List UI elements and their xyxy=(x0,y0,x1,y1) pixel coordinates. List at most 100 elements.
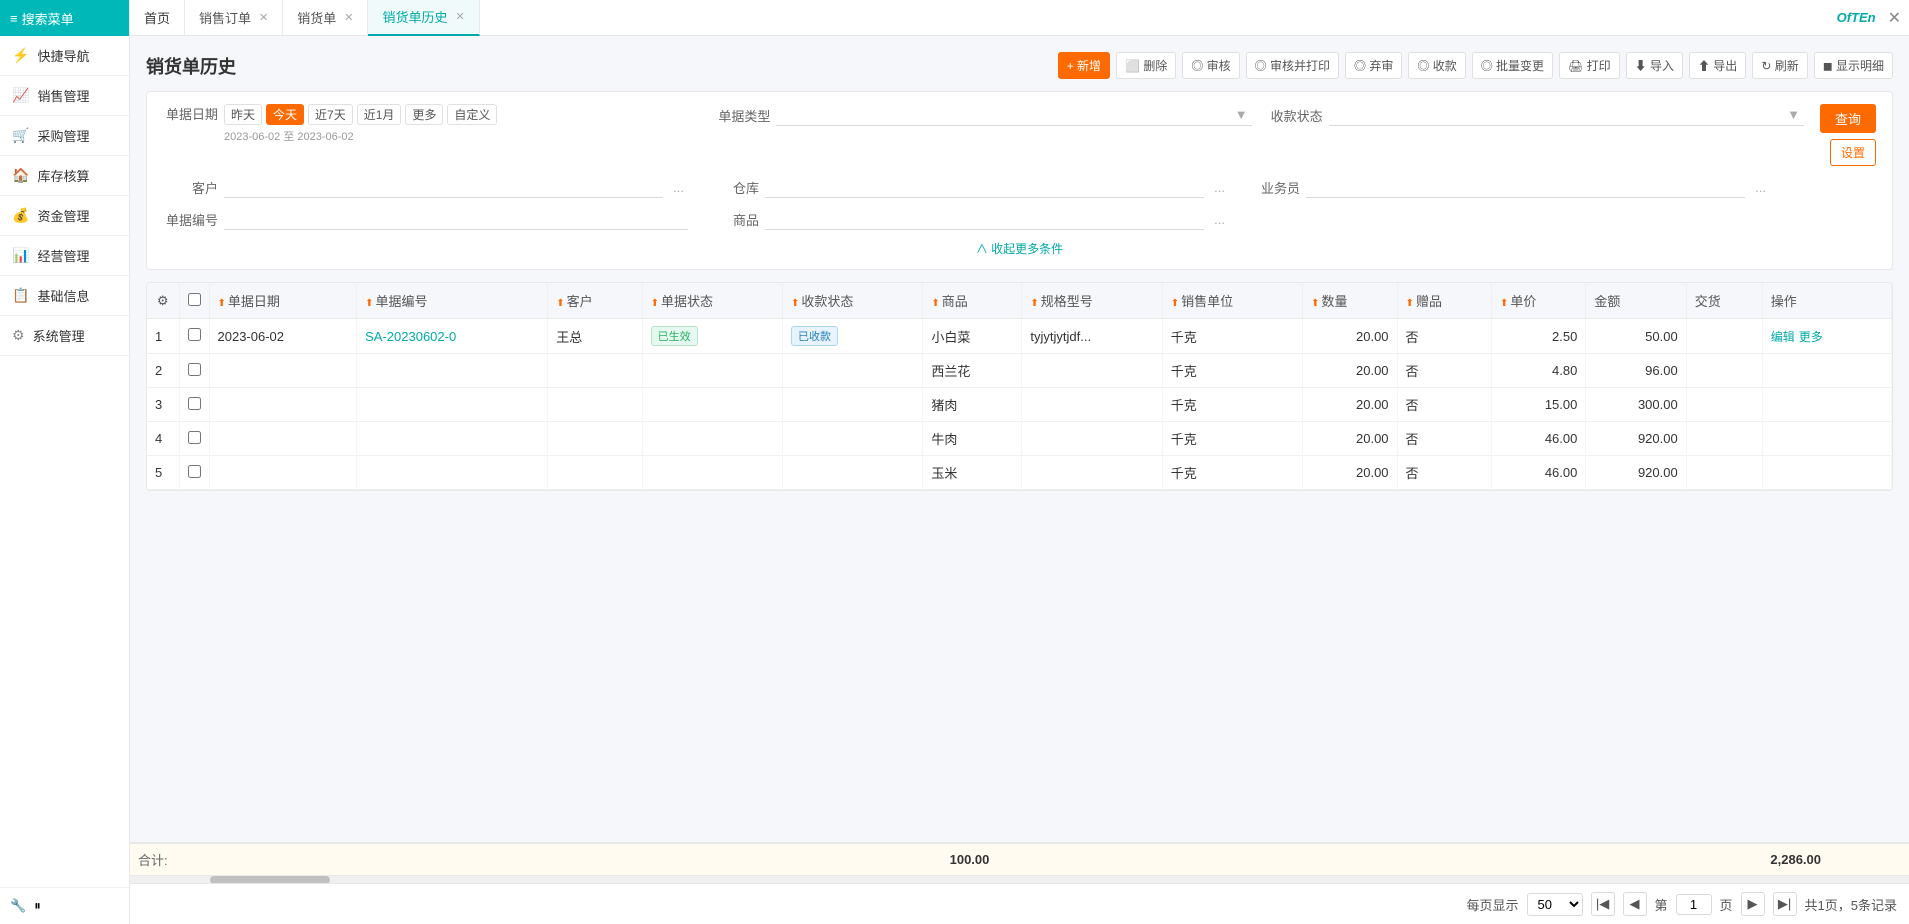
date-btn-1month[interactable]: 近1月 xyxy=(357,104,402,125)
row-actions[interactable]: 编辑更多 xyxy=(1762,319,1891,354)
row-checkbox[interactable] xyxy=(179,354,209,388)
th-date[interactable]: ⬆单据日期 xyxy=(209,283,357,319)
row-checkbox[interactable] xyxy=(179,388,209,422)
row-actions[interactable] xyxy=(1762,354,1891,388)
sidebar-item-fund-mgmt[interactable]: 💰 资金管理 xyxy=(0,196,129,236)
date-btn-more[interactable]: 更多 xyxy=(405,104,443,125)
warehouse-input[interactable] xyxy=(765,176,1204,198)
sidebar-item-sales-mgmt[interactable]: 📈 销售管理 xyxy=(0,76,129,116)
row-actions[interactable] xyxy=(1762,456,1891,490)
date-btn-custom[interactable]: 自定义 xyxy=(447,104,497,125)
collect-status-select[interactable]: ▼ xyxy=(1329,104,1804,126)
row-select-checkbox[interactable] xyxy=(188,328,201,341)
print-button[interactable]: 🖨 打印 xyxy=(1559,52,1620,79)
row-gift: 否 xyxy=(1397,456,1491,490)
doc-no-input[interactable] xyxy=(224,208,688,230)
row-checkbox[interactable] xyxy=(179,456,209,490)
page-number-input[interactable] xyxy=(1676,894,1712,915)
collapse-btn[interactable]: ∧ 收起更多条件 xyxy=(976,240,1063,257)
date-btn-yesterday[interactable]: 昨天 xyxy=(224,104,262,125)
warehouse-dots[interactable]: ... xyxy=(1210,180,1229,195)
close-tab-sales-history[interactable]: ✕ xyxy=(456,10,465,23)
th-price[interactable]: ⬆单价 xyxy=(1491,283,1585,319)
select-all-checkbox[interactable] xyxy=(188,293,201,306)
settings-button[interactable]: 设置 xyxy=(1830,139,1876,166)
action-更多[interactable]: 更多 xyxy=(1799,330,1823,344)
row-doc-no[interactable] xyxy=(357,422,548,456)
th-customer[interactable]: ⬆客户 xyxy=(548,283,642,319)
row-select-checkbox[interactable] xyxy=(188,363,201,376)
prev-page-btn[interactable]: ◀ xyxy=(1623,892,1647,916)
last-page-btn[interactable]: ▶| xyxy=(1773,892,1797,916)
row-doc-no[interactable] xyxy=(357,456,548,490)
customer-input[interactable] xyxy=(224,176,663,198)
sidebar-footer-icon2[interactable]: ⏸ xyxy=(34,898,41,914)
th-checkbox xyxy=(179,283,209,319)
query-button[interactable]: 查询 xyxy=(1820,104,1876,133)
action-编辑[interactable]: 编辑 xyxy=(1771,330,1795,344)
doc-no-link[interactable]: SA-20230602-0 xyxy=(365,329,456,344)
abandon-button[interactable]: ◎ 弃审 xyxy=(1345,52,1402,79)
th-doc-no[interactable]: ⬆单据编号 xyxy=(357,283,548,319)
th-spec[interactable]: ⬆规格型号 xyxy=(1022,283,1162,319)
tab-sales-order[interactable]: 销售订单 ✕ xyxy=(185,0,283,36)
seq: 1 xyxy=(147,319,179,354)
th-doc-status[interactable]: ⬆单据状态 xyxy=(642,283,782,319)
table-scrollbar[interactable] xyxy=(130,875,1909,883)
sidebar-item-label: 库存核算 xyxy=(37,166,89,185)
sidebar-item-quick-nav[interactable]: ⚡ 快捷导航 xyxy=(0,36,129,76)
tab-sales-delivery[interactable]: 销货单 ✕ xyxy=(283,0,368,36)
row-actions[interactable] xyxy=(1762,422,1891,456)
date-btn-today[interactable]: 今天 xyxy=(266,104,304,125)
import-button[interactable]: ⬇ 导入 xyxy=(1626,52,1683,79)
goods-input[interactable] xyxy=(765,208,1204,230)
doc-type-select[interactable]: ▼ xyxy=(776,104,1251,126)
sidebar-item-basic-info[interactable]: 📋 基础信息 xyxy=(0,276,129,316)
row-select-checkbox[interactable] xyxy=(188,431,201,444)
sidebar-item-biz-mgmt[interactable]: 📊 经营管理 xyxy=(0,236,129,276)
th-goods[interactable]: ⬆商品 xyxy=(923,283,1022,319)
goods-dots[interactable]: ... xyxy=(1210,212,1229,227)
delete-button[interactable]: ⬜ 删除 xyxy=(1116,52,1176,79)
close-window-btn[interactable]: ✕ xyxy=(1888,8,1901,28)
row-select-checkbox[interactable] xyxy=(188,397,201,410)
staff-input[interactable] xyxy=(1306,176,1745,198)
sidebar-item-sys-mgmt[interactable]: ⚙ 系统管理 xyxy=(0,316,129,356)
th-unit[interactable]: ⬆销售单位 xyxy=(1162,283,1302,319)
sidebar-footer-icon1[interactable]: 🔧 xyxy=(10,898,26,914)
row-doc-no[interactable]: SA-20230602-0 xyxy=(357,319,548,354)
row-doc-no[interactable] xyxy=(357,388,548,422)
sidebar-item-purchase-mgmt[interactable]: 🛒 采购管理 xyxy=(0,116,129,156)
close-tab-sales-order[interactable]: ✕ xyxy=(259,11,268,24)
staff-dots[interactable]: ... xyxy=(1751,180,1770,195)
data-table: ⚙ ⬆单据日期 ⬆单据编号 ⬆客户 ⬆单据状态 ⬆收款状态 ⬆商品 ⬆规格型号 … xyxy=(146,282,1893,491)
refresh-button[interactable]: ↻ 刷新 xyxy=(1752,52,1807,79)
sidebar-item-inventory-calc[interactable]: 🏠 库存核算 xyxy=(0,156,129,196)
display-detail-button[interactable]: ◼ 显示明细 xyxy=(1814,52,1893,79)
date-btn-7days[interactable]: 近7天 xyxy=(308,104,353,125)
close-tab-sales-delivery[interactable]: ✕ xyxy=(344,11,353,24)
th-settings[interactable]: ⚙ xyxy=(147,283,179,319)
customer-dots[interactable]: ... xyxy=(669,180,688,195)
row-checkbox[interactable] xyxy=(179,422,209,456)
collect-status-arrow: ▼ xyxy=(1787,107,1800,122)
audit-button[interactable]: ◎ 审核 xyxy=(1182,52,1239,79)
new-button[interactable]: + 新增 xyxy=(1058,52,1110,79)
tab-sales-history[interactable]: 销货单历史 ✕ xyxy=(368,0,479,36)
th-collect-status[interactable]: ⬆收款状态 xyxy=(782,283,922,319)
page-size-select[interactable]: 50 100 200 xyxy=(1527,893,1583,916)
audit-print-button[interactable]: ◎ 审核并打印 xyxy=(1246,52,1339,79)
th-gift[interactable]: ⬆赠品 xyxy=(1397,283,1491,319)
collect-button[interactable]: ◎ 收款 xyxy=(1408,52,1465,79)
th-qty[interactable]: ⬆数量 xyxy=(1303,283,1397,319)
batch-change-button[interactable]: ◎ 批量变更 xyxy=(1472,52,1553,79)
row-checkbox[interactable] xyxy=(179,319,209,354)
row-actions[interactable] xyxy=(1762,388,1891,422)
row-doc-no[interactable] xyxy=(357,354,548,388)
sidebar-search-label[interactable]: 搜索菜单 xyxy=(22,9,74,28)
row-select-checkbox[interactable] xyxy=(188,465,201,478)
tab-home[interactable]: 首页 xyxy=(130,0,185,36)
first-page-btn[interactable]: |◀ xyxy=(1591,892,1615,916)
next-page-btn[interactable]: ▶ xyxy=(1741,892,1765,916)
export-button[interactable]: ⬆ 导出 xyxy=(1689,52,1746,79)
